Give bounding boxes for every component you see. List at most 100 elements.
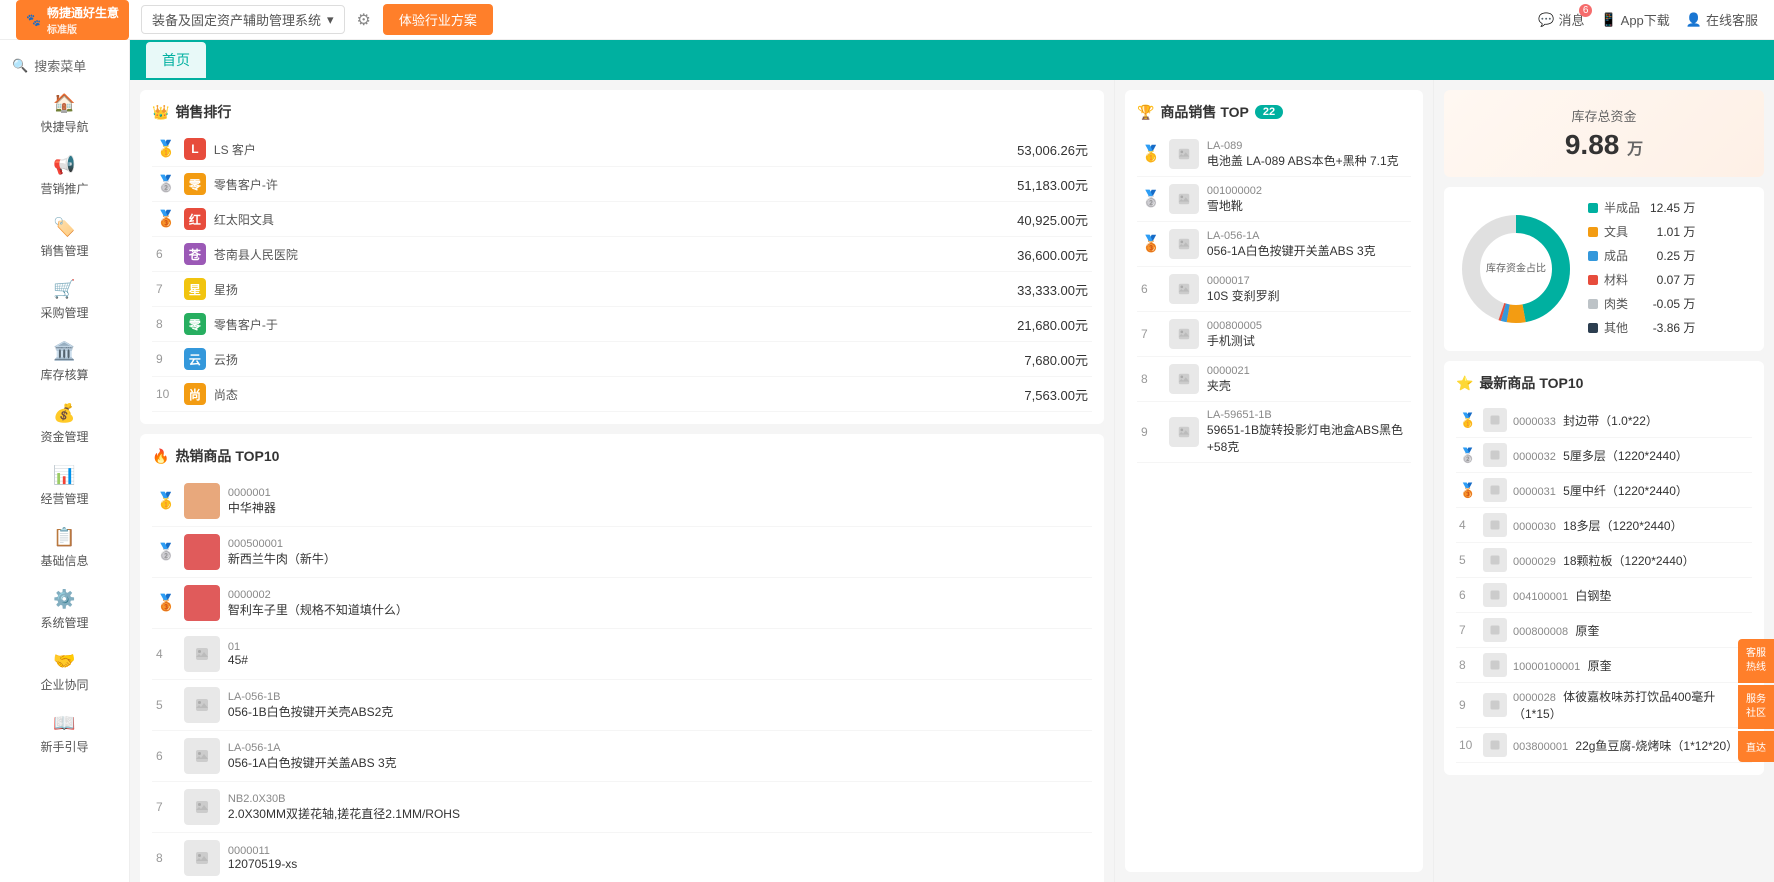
finance-icon: 💰 [53,403,75,424]
sidebar-item-marketing[interactable]: 📢 营销推广 [0,145,129,207]
rank-badge: 云 [184,348,206,370]
app-download-button[interactable]: 📱 App下载 [1600,10,1669,29]
sidebar-item-sales[interactable]: 🏷️ 销售管理 [0,207,129,269]
sidebar-item-finance[interactable]: 💰 资金管理 [0,393,129,455]
product-code: LA-056-1A [1207,230,1407,242]
legend-dot [1588,275,1598,285]
sidebar-item-inventory[interactable]: 🏛️ 库存核算 [0,331,129,393]
legend-label: 成品 [1604,247,1644,264]
app-download-label: App下载 [1621,10,1670,29]
main-nav: 首页 [130,40,1774,80]
middle-panel: 🏆 商品销售 TOP 22 🥇 LA-089 电池盖 LA-089 ABS本色+… [1114,80,1434,882]
customer-ranking-row: 7 星 星扬 33,333.00元 [152,272,1092,307]
product-code: 000500001 [228,538,1088,550]
legend-item: 文具 1.01 万 [1588,223,1695,240]
sidebar-item-cooperation[interactable]: 🤝 企业协同 [0,641,129,703]
medal-icon: 🥈 [156,544,176,561]
product-sales-box: 🏆 商品销售 TOP 22 🥇 LA-089 电池盖 LA-089 ABS本色+… [1125,90,1423,872]
legend-value: 0.07 万 [1657,271,1696,288]
product-code: 0000029 [1513,556,1556,568]
sidebar-item-system[interactable]: ⚙️ 系统管理 [0,579,129,641]
product-thumb [1483,733,1507,757]
customer-name: 云扬 [210,342,685,377]
product-sales-row: 🥈 001000002 雪地靴 [1137,177,1411,222]
product-name: 10S 变刹罗刹 [1207,287,1407,304]
service-community-button[interactable]: 服务社区 [1738,685,1774,729]
sidebar-item-guide[interactable]: 📖 新手引导 [0,703,129,765]
customer-ranking-row: 🥇 L LS 客户 53,006.26元 [152,132,1092,167]
product-code: 000800005 [1207,320,1407,332]
product-code: 001000002 [1207,185,1407,197]
product-sales-row: 7 000800005 手机测试 [1137,312,1411,357]
home-icon: 🏠 [53,93,75,114]
customer-name: 星扬 [210,272,685,307]
message-icon: 💬 [1538,12,1554,28]
rank-badge: 尚 [184,383,206,405]
product-name: 新西兰牛肉（新牛） [228,550,1088,567]
product-name: 18多层（1220*2440） [1563,519,1682,533]
sidebar-item-basic[interactable]: 📋 基础信息 [0,517,129,579]
legend-item: 其他 -3.86 万 [1588,319,1695,336]
chart-legend: 半成品 12.45 万 文具 1.01 万 成品 0.25 万 材料 0.07 … [1588,199,1695,339]
crown-icon: 👑 [152,104,169,121]
product-name: 中华神器 [228,499,1088,516]
main-layout: 🔍 搜索菜单 🏠 快捷导航 📢 营销推广 🏷️ 销售管理 🛒 采购管理 🏛️ 库… [0,40,1774,882]
chart-center-label: 库存资金占比 [1486,263,1546,276]
inventory-icon: 🏛️ [53,341,75,362]
star-icon: ⭐ [1456,375,1473,392]
settings-icon[interactable]: ⚙ [357,10,371,30]
product-name: 5厘中纤（1220*2440） [1563,484,1688,498]
rank-number: 5 [1459,553,1466,567]
legend-item: 成品 0.25 万 [1588,247,1695,264]
customer-ranking-row: 8 零 零售客户-于 21,680.00元 [152,307,1092,342]
customer-ranking-title: 👑 销售排行 [152,102,1092,122]
medal-icon: 🥇 [156,141,176,158]
sidebar: 🔍 搜索菜单 🏠 快捷导航 📢 营销推广 🏷️ 销售管理 🛒 采购管理 🏛️ 库… [0,40,130,882]
product-code: 10000100001 [1513,661,1580,673]
product-thumb [1169,319,1199,349]
system-name: 装备及固定资产辅助管理系统 [152,10,321,29]
rank-number: 5 [156,698,163,712]
system-selector[interactable]: 装备及固定资产辅助管理系统 ▾ [141,5,345,34]
customer-ranking-row: 6 苍 苍南县人民医院 36,600.00元 [152,237,1092,272]
sidebar-item-quick-nav[interactable]: 🏠 快捷导航 [0,83,129,145]
product-name: 夹壳 [1207,377,1407,394]
newest-product-row: 4 0000030 18多层（1220*2440） [1456,508,1752,543]
medal-icon: 🥈 [156,176,176,193]
rank-number: 9 [156,352,163,366]
newest-product-row: 5 0000029 18颗粒板（1220*2440） [1456,543,1752,578]
product-sales-row: 9 LA-59651-1B 59651-1B旋转投影灯电池盒ABS黑色+58克 [1137,402,1411,463]
hot-product-row: 🥇 0000001 中华神器 [152,476,1092,527]
chevron-down-icon: ▾ [327,12,334,28]
stock-total-label: 库存总资金 [1460,106,1748,125]
message-button[interactable]: 💬 消息 6 [1538,10,1584,29]
product-thumb [1483,548,1507,572]
tab-home[interactable]: 首页 [146,42,206,78]
hot-product-row: 8 0000011 12070519-xs [152,833,1092,882]
sidebar-item-operations[interactable]: 📊 经营管理 [0,455,129,517]
newest-product-row: 10 003800001 22g鱼豆腐-烧烤味（1*12*20） [1456,728,1752,763]
marketing-icon: 📢 [53,155,75,176]
online-service-button[interactable]: 👤 在线客服 [1686,10,1758,29]
legend-dot [1588,203,1598,213]
trial-button[interactable]: 体验行业方案 [383,4,493,35]
medal-icon: 🥉 [156,595,176,612]
legend-label: 半成品 [1604,199,1644,216]
rank-number: 4 [1459,518,1466,532]
legend-value: 0.25 万 [1657,247,1696,264]
direct-button[interactable]: 直达 [1738,731,1774,762]
sidebar-item-purchase[interactable]: 🛒 采购管理 [0,269,129,331]
newest-product-row: 8 10000100001 原奎 [1456,648,1752,683]
medal-icon: 🥉 [1459,482,1476,498]
product-name: 智利车子里（规格不知道填什么） [228,601,1088,618]
hot-product-row: 🥈 000500001 新西兰牛肉（新牛） [152,527,1092,578]
search-label: 搜索菜单 [34,56,86,75]
rank-number: 6 [1141,282,1148,296]
product-sales-row: 🥇 LA-089 电池盖 LA-089 ABS本色+黑种 7.1克 [1137,132,1411,177]
search-menu[interactable]: 🔍 搜索菜单 [0,48,129,83]
product-thumb [1169,184,1199,214]
rank-badge: 苍 [184,243,206,265]
customer-service-button[interactable]: 客服热线 [1738,639,1774,683]
app-logo: 🐾 畅捷通好生意 标准版 [16,0,129,40]
customer-amount: 7,680.00元 [685,342,1092,377]
